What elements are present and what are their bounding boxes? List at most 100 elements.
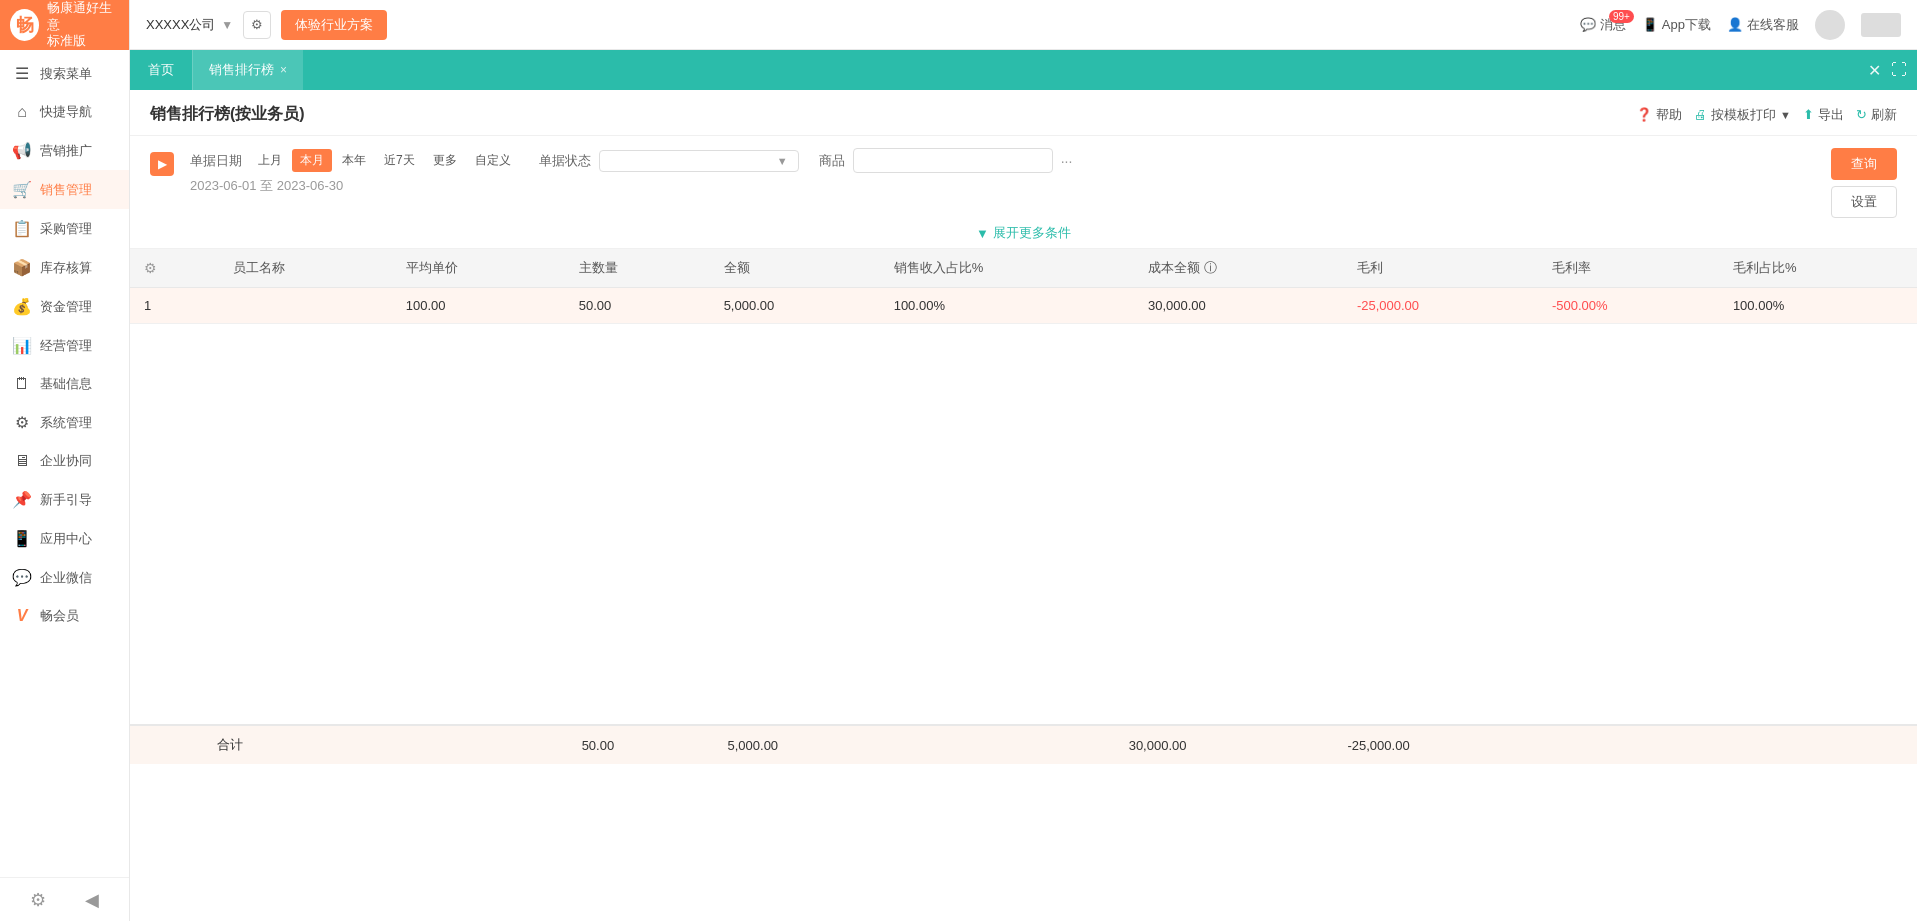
sidebar-item-inventory[interactable]: 📦 库存核算 xyxy=(0,248,129,287)
trial-button[interactable]: 体验行业方案 xyxy=(281,10,387,40)
basic-info-icon: 🗒 xyxy=(12,375,32,393)
tab-home[interactable]: 首页 xyxy=(130,50,193,90)
print-icon: 🖨 xyxy=(1694,107,1707,122)
user-avatar[interactable] xyxy=(1815,10,1845,40)
sales-ranking-table: ⚙ 员工名称 平均单价 主数量 全额 销售收入占比% 成本全额 ⓘ 毛利 毛利率… xyxy=(130,249,1917,324)
online-service-button[interactable]: 👤 在线客服 xyxy=(1727,16,1799,34)
cell-employee-name xyxy=(219,288,392,324)
col-main-qty: 主数量 xyxy=(565,249,710,288)
table-body: 1 100.00 50.00 5,000.00 100.00% 30,000.0… xyxy=(130,288,1917,324)
main-area: XXXXX公司 ▼ ⚙ 体验行业方案 💬 消息 99+ 📱 App下载 👤 在线… xyxy=(130,0,1917,921)
member-icon: V xyxy=(12,607,32,625)
company-selector[interactable]: XXXXX公司 ▼ xyxy=(146,16,233,34)
settings-button[interactable]: 设置 xyxy=(1831,186,1897,218)
system-icon: ⚙ xyxy=(12,413,32,432)
sidebar-item-marketing[interactable]: 📢 营销推广 xyxy=(0,131,129,170)
sidebar-item-shortcut[interactable]: ⌂ 快捷导航 xyxy=(0,93,129,131)
sidebar: 畅 畅康通好生意 标准版 ☰ 搜索菜单 ⌂ 快捷导航 📢 营销推广 🛒 销售管理… xyxy=(0,0,130,921)
sidebar-item-purchase[interactable]: 📋 采购管理 xyxy=(0,209,129,248)
sidebar-item-app-center[interactable]: 📱 应用中心 xyxy=(0,519,129,558)
sidebar-collapse-icon[interactable]: ◀ xyxy=(85,889,99,911)
cell-rank: 1 xyxy=(130,288,219,324)
total-gross-margin xyxy=(1552,726,1734,765)
filter-fields: 单据日期 上月 本月 本年 近7天 更多 自定义 xyxy=(190,148,1815,203)
sidebar-item-basic-info[interactable]: 🗒 基础信息 xyxy=(0,365,129,403)
goods-more-options[interactable]: ··· xyxy=(1061,153,1073,169)
message-button[interactable]: 💬 消息 99+ xyxy=(1580,16,1626,34)
filter-action-buttons: 查询 设置 xyxy=(1831,148,1897,218)
date-opt-more[interactable]: 更多 xyxy=(425,149,465,172)
sidebar-item-search[interactable]: ☰ 搜索菜单 xyxy=(0,54,129,93)
logo-text: 畅康通好生意 标准版 xyxy=(47,0,119,50)
col-settings: ⚙ xyxy=(130,249,219,288)
marketing-icon: 📢 xyxy=(12,141,32,160)
print-button[interactable]: 🖨 按模板打印 ▼ xyxy=(1694,106,1791,124)
export-icon: ⬆ xyxy=(1803,107,1814,122)
sidebar-item-system[interactable]: ⚙ 系统管理 xyxy=(0,403,129,442)
col-cost-total: 成本全额 ⓘ xyxy=(1134,249,1343,288)
tab-close-button[interactable]: × xyxy=(280,63,287,77)
sidebar-item-finance[interactable]: 💰 资金管理 xyxy=(0,287,129,326)
restore-window-icon[interactable]: ⛶ xyxy=(1891,61,1907,79)
table-wrapper: ⚙ 员工名称 平均单价 主数量 全额 销售收入占比% 成本全额 ⓘ 毛利 毛利率… xyxy=(130,249,1917,324)
sidebar-item-operations[interactable]: 📊 经营管理 xyxy=(0,326,129,365)
cell-gross-margin: -500.00% xyxy=(1538,288,1719,324)
close-window-icon[interactable]: ✕ xyxy=(1868,61,1881,80)
sidebar-nav: ☰ 搜索菜单 ⌂ 快捷导航 📢 营销推广 🛒 销售管理 📋 采购管理 📦 库存核… xyxy=(0,50,129,877)
app-center-icon: 📱 xyxy=(12,529,32,548)
sidebar-item-guide[interactable]: 📌 新手引导 xyxy=(0,480,129,519)
enterprise-icon: 🖥 xyxy=(12,452,32,470)
sidebar-item-sales[interactable]: 🛒 销售管理 xyxy=(0,170,129,209)
operations-icon: 📊 xyxy=(12,336,32,355)
date-filter-group: 单据日期 上月 本月 本年 近7天 更多 自定义 xyxy=(190,149,519,172)
query-button[interactable]: 查询 xyxy=(1831,148,1897,180)
status-select[interactable]: ▼ xyxy=(599,150,799,172)
date-opt-this-year[interactable]: 本年 xyxy=(334,149,374,172)
empty-space xyxy=(130,324,1917,724)
total-row: 合计 50.00 5,000.00 30,000.00 -25,000.00 xyxy=(130,726,1917,765)
date-opt-this-month[interactable]: 本月 xyxy=(292,149,332,172)
app-download-button[interactable]: 📱 App下载 xyxy=(1642,16,1711,34)
sidebar-item-member[interactable]: V 畅会员 xyxy=(0,597,129,635)
export-button[interactable]: ⬆ 导出 xyxy=(1803,106,1844,124)
date-opt-last-month[interactable]: 上月 xyxy=(250,149,290,172)
col-avg-price: 平均单价 xyxy=(392,249,565,288)
total-total: 5,000.00 xyxy=(714,726,896,765)
total-table: 合计 50.00 5,000.00 30,000.00 -25,000.00 xyxy=(130,725,1917,764)
company-name: XXXXX公司 xyxy=(146,16,215,34)
settings-gear-button[interactable]: ⚙ xyxy=(243,11,271,39)
tab-bar: 首页 销售排行榜 × ✕ ⛶ xyxy=(130,50,1917,90)
cell-gp-pct: 100.00% xyxy=(1719,288,1917,324)
expand-more-label: 展开更多条件 xyxy=(993,224,1071,242)
expand-more-row[interactable]: ▼ 展开更多条件 xyxy=(130,218,1917,249)
finance-icon: 💰 xyxy=(12,297,32,316)
filter-bar: ▶ 单据日期 上月 本月 本年 近7天 更多 xyxy=(130,136,1917,218)
total-gp-pct xyxy=(1735,726,1917,765)
tab-sales-ranking[interactable]: 销售排行榜 × xyxy=(193,50,303,90)
date-opt-7days[interactable]: 近7天 xyxy=(376,149,423,172)
tab-bar-right: ✕ ⛶ xyxy=(1868,61,1917,80)
refresh-button[interactable]: ↻ 刷新 xyxy=(1856,106,1897,124)
cell-main-qty: 50.00 xyxy=(565,288,710,324)
date-options: 上月 本月 本年 近7天 更多 自定义 xyxy=(250,149,519,172)
sidebar-item-enterprise[interactable]: 🖥 企业协同 xyxy=(0,442,129,480)
goods-input[interactable] xyxy=(853,148,1053,173)
help-icon: ❓ xyxy=(1636,107,1652,122)
status-dropdown-arrow: ▼ xyxy=(777,155,788,167)
total-sales-pct xyxy=(896,726,1115,765)
sidebar-item-wechat[interactable]: 💬 企业微信 xyxy=(0,558,129,597)
filter-expand-icon[interactable]: ▶ xyxy=(150,152,174,176)
status-filter-group: 单据状态 ▼ xyxy=(539,150,799,172)
help-button[interactable]: ❓ 帮助 xyxy=(1636,106,1682,124)
cell-cost-total: 30,000.00 xyxy=(1134,288,1343,324)
search-icon: ☰ xyxy=(12,64,32,83)
refresh-icon: ↻ xyxy=(1856,107,1867,122)
home-icon: ⌂ xyxy=(12,103,32,121)
filter-toggle-arrow[interactable]: ▶ xyxy=(150,152,174,176)
page-header: 销售排行榜(按业务员) ❓ 帮助 🖨 按模板打印 ▼ ⬆ 导出 xyxy=(130,90,1917,136)
sidebar-settings-icon[interactable]: ⚙ xyxy=(30,889,46,911)
table-header: ⚙ 员工名称 平均单价 主数量 全额 销售收入占比% 成本全额 ⓘ 毛利 毛利率… xyxy=(130,249,1917,288)
column-settings-icon[interactable]: ⚙ xyxy=(144,260,157,276)
expand-down-icon: ▼ xyxy=(976,226,989,241)
date-opt-custom[interactable]: 自定义 xyxy=(467,149,519,172)
